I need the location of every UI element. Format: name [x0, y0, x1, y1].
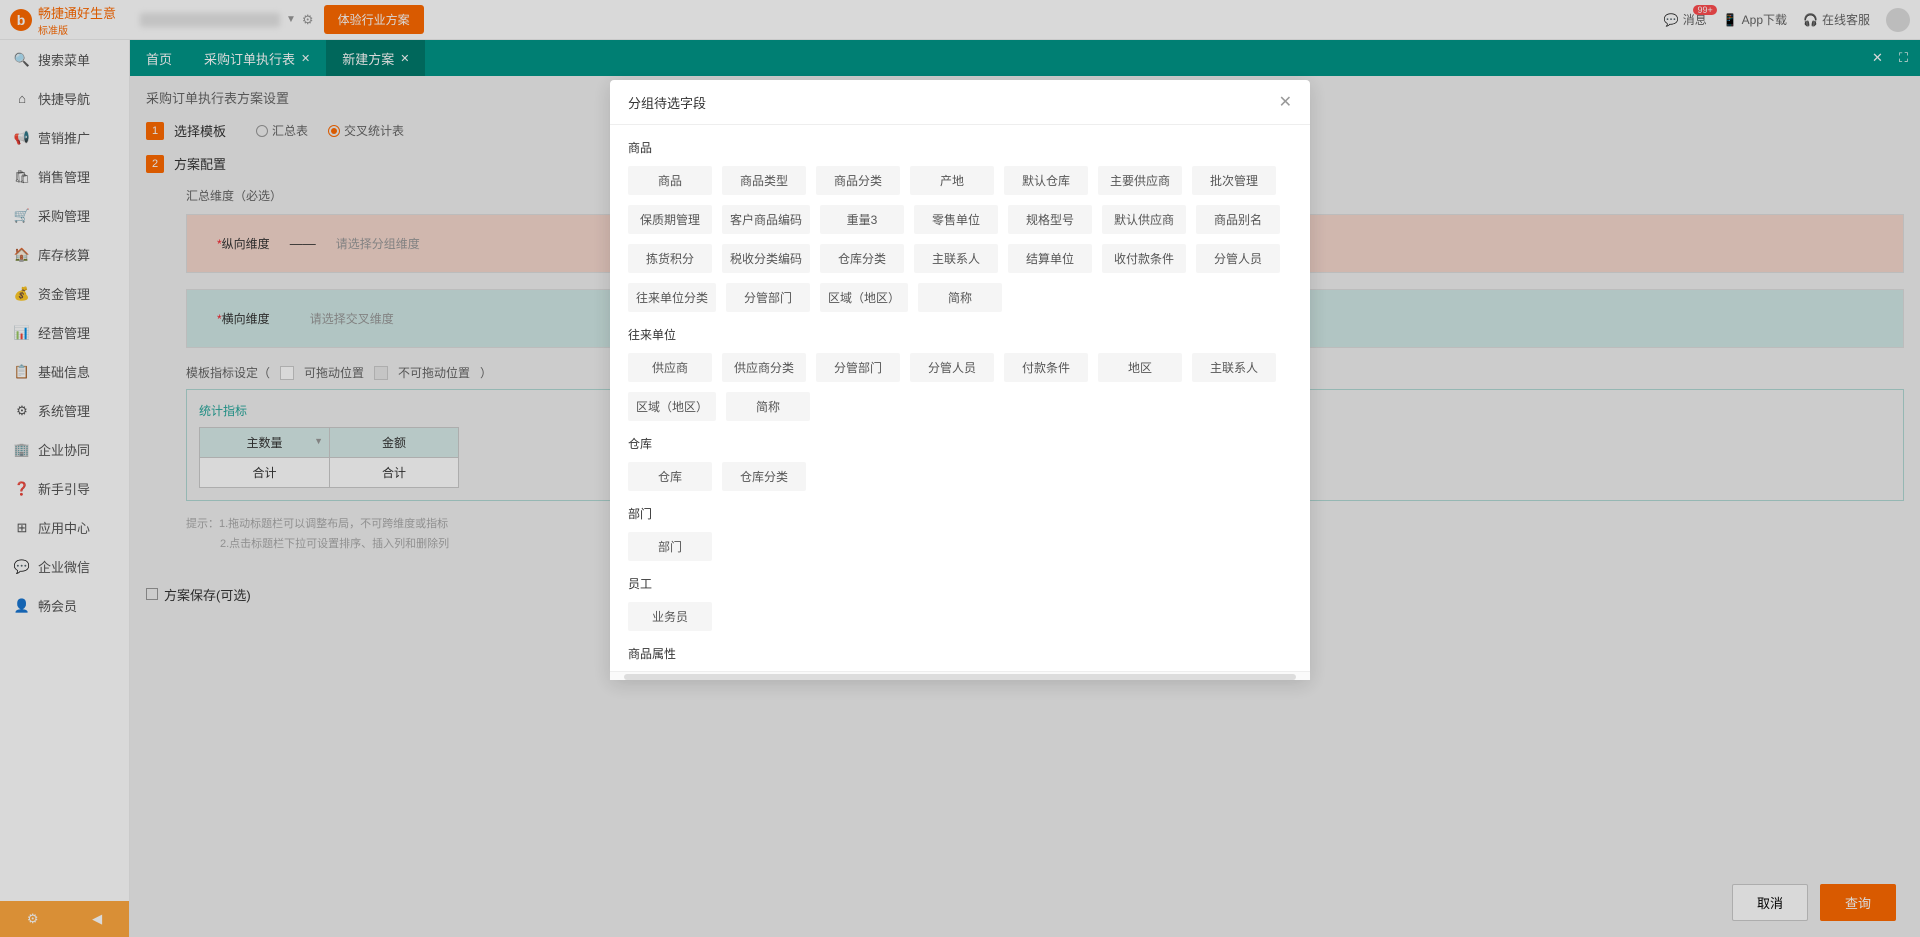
field-chip[interactable]: 零售单位 — [914, 205, 998, 234]
modal-overlay: 分组待选字段 ✕ 商品商品商品类型商品分类产地默认仓库主要供应商批次管理保质期管… — [0, 0, 1920, 937]
field-chip[interactable]: 分管人员 — [910, 353, 994, 382]
modal-body[interactable]: 商品商品商品类型商品分类产地默认仓库主要供应商批次管理保质期管理客户商品编码重量… — [610, 125, 1310, 671]
field-group-title: 往来单位 — [628, 326, 1292, 343]
field-chip[interactable]: 商品分类 — [816, 166, 900, 195]
field-group-title: 商品属性 — [628, 645, 1292, 662]
field-chip[interactable]: 往来单位分类 — [628, 283, 716, 312]
field-chip[interactable]: 批次管理 — [1192, 166, 1276, 195]
field-chip[interactable]: 规格型号 — [1008, 205, 1092, 234]
field-chip[interactable]: 部门 — [628, 532, 712, 561]
field-chip[interactable]: 拣货积分 — [628, 244, 712, 273]
field-chip[interactable]: 默认仓库 — [1004, 166, 1088, 195]
modal-title: 分组待选字段 — [628, 93, 706, 112]
field-chip[interactable]: 结算单位 — [1008, 244, 1092, 273]
field-chip[interactable]: 商品 — [628, 166, 712, 195]
field-chip[interactable]: 税收分类编码 — [722, 244, 810, 273]
field-group-title: 商品 — [628, 139, 1292, 156]
modal-horizontal-scrollbar[interactable] — [610, 671, 1310, 680]
field-chip[interactable]: 主要供应商 — [1098, 166, 1182, 195]
field-chip[interactable]: 仓库分类 — [820, 244, 904, 273]
field-group-3: 部门部门 — [628, 505, 1292, 561]
field-chip[interactable]: 客户商品编码 — [722, 205, 810, 234]
field-chip[interactable]: 付款条件 — [1004, 353, 1088, 382]
field-chip[interactable]: 区域（地区） — [628, 392, 716, 421]
field-chip[interactable]: 商品别名 — [1196, 205, 1280, 234]
field-group-5: 商品属性属性颜色多规格尺码鞋码1 — [628, 645, 1292, 671]
field-chip[interactable]: 仓库分类 — [722, 462, 806, 491]
field-chip[interactable]: 仓库 — [628, 462, 712, 491]
field-group-4: 员工业务员 — [628, 575, 1292, 631]
field-chip[interactable]: 简称 — [726, 392, 810, 421]
field-chip[interactable]: 默认供应商 — [1102, 205, 1186, 234]
close-icon[interactable]: ✕ — [1279, 92, 1292, 112]
field-group-2: 仓库仓库仓库分类 — [628, 435, 1292, 491]
field-chip[interactable]: 产地 — [910, 166, 994, 195]
field-chip[interactable]: 主联系人 — [914, 244, 998, 273]
field-chip[interactable]: 收付款条件 — [1102, 244, 1186, 273]
field-chip[interactable]: 保质期管理 — [628, 205, 712, 234]
field-group-0: 商品商品商品类型商品分类产地默认仓库主要供应商批次管理保质期管理客户商品编码重量… — [628, 139, 1292, 312]
field-group-title: 仓库 — [628, 435, 1292, 452]
field-chip[interactable]: 区域（地区） — [820, 283, 908, 312]
field-chip[interactable]: 业务员 — [628, 602, 712, 631]
field-chip[interactable]: 地区 — [1098, 353, 1182, 382]
field-group-title: 员工 — [628, 575, 1292, 592]
modal-header: 分组待选字段 ✕ — [610, 80, 1310, 125]
field-selector-modal: 分组待选字段 ✕ 商品商品商品类型商品分类产地默认仓库主要供应商批次管理保质期管… — [610, 80, 1310, 680]
field-chip[interactable]: 分管人员 — [1196, 244, 1280, 273]
field-chip[interactable]: 重量3 — [820, 205, 904, 234]
field-chip[interactable]: 分管部门 — [726, 283, 810, 312]
field-group-title: 部门 — [628, 505, 1292, 522]
field-chip[interactable]: 供应商 — [628, 353, 712, 382]
field-chip[interactable]: 分管部门 — [816, 353, 900, 382]
field-chip[interactable]: 商品类型 — [722, 166, 806, 195]
field-chip[interactable]: 主联系人 — [1192, 353, 1276, 382]
field-chip[interactable]: 简称 — [918, 283, 1002, 312]
field-chip[interactable]: 供应商分类 — [722, 353, 806, 382]
field-group-1: 往来单位供应商供应商分类分管部门分管人员付款条件地区主联系人区域（地区） 简称 — [628, 326, 1292, 421]
